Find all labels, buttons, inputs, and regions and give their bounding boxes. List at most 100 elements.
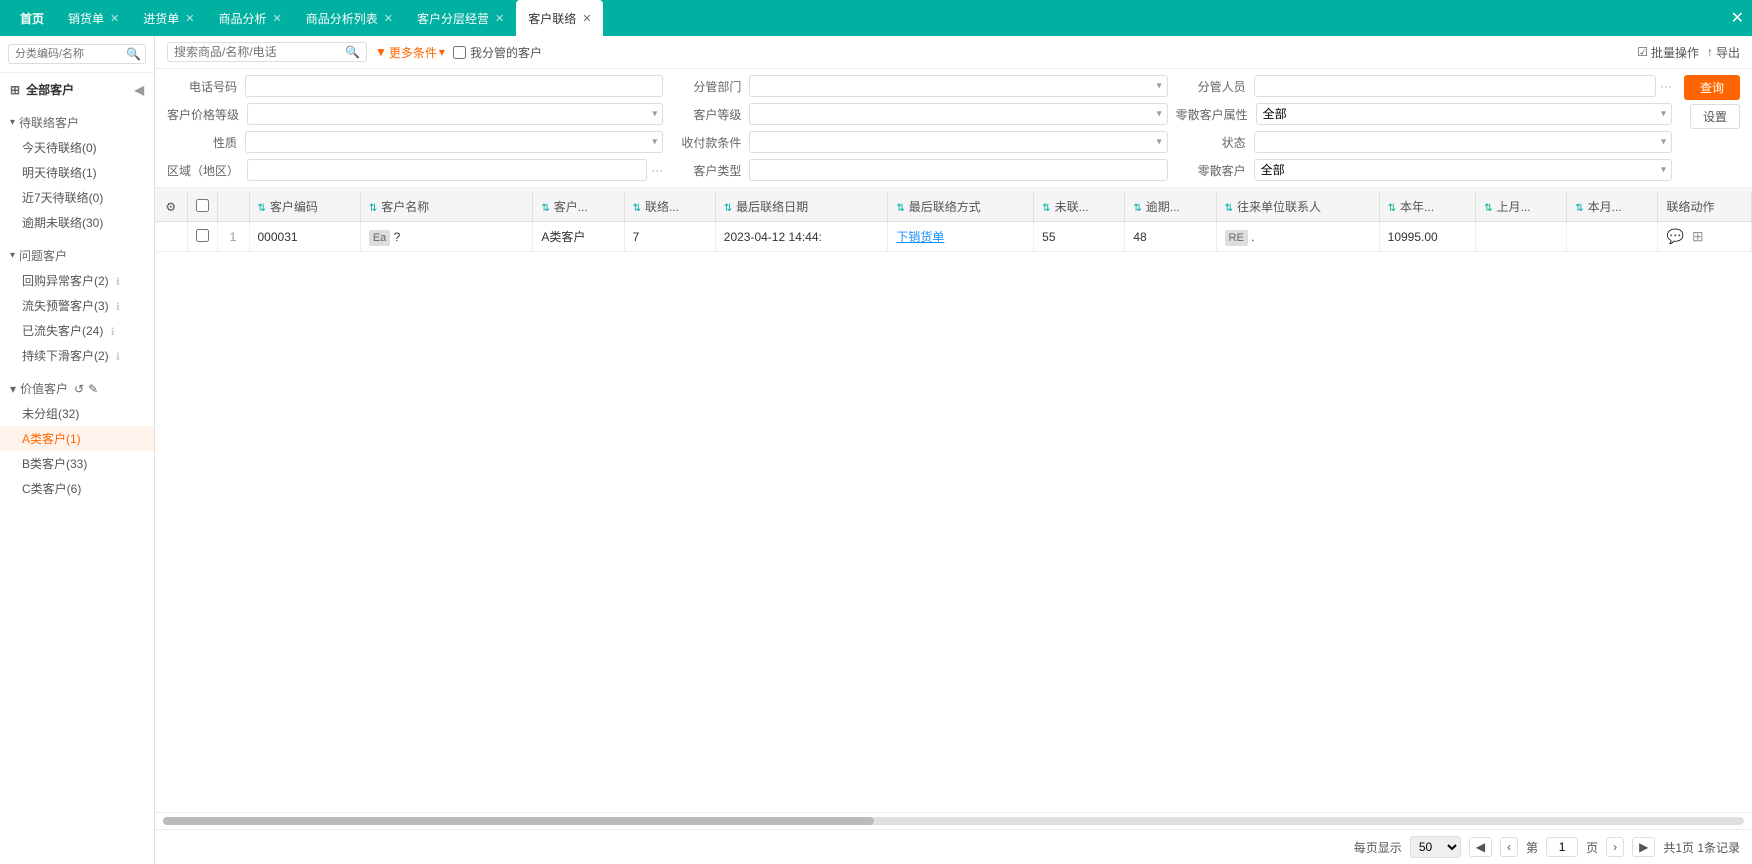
col-this-year[interactable]: ⇅本年...	[1379, 192, 1475, 222]
sidebar-item-declining[interactable]: 持续下滑客户(2) ℹ	[0, 343, 154, 368]
close-tab-4-icon[interactable]: ✕	[495, 12, 504, 25]
batch-op-btn[interactable]: ☑ 批量操作	[1637, 44, 1699, 61]
sidebar-item-today[interactable]: 今天待联络(0)	[0, 135, 154, 160]
sidebar-value-section: ▾ 价值客户 ↺ ✎ 未分组(32) A类客户(1) B类客户(33) C类客户…	[0, 372, 154, 505]
col-visit-contact[interactable]: ⇅往来单位联系人	[1216, 192, 1379, 222]
sidebar-item-loss-warning[interactable]: 流失预警客户(3) ℹ	[0, 293, 154, 318]
search-input[interactable]	[174, 45, 345, 59]
col-type[interactable]: ⇅客户...	[533, 192, 624, 222]
sidebar-item-overdue[interactable]: 逾期未联络(30)	[0, 210, 154, 235]
manager-input[interactable]	[1254, 75, 1656, 97]
close-all-icon[interactable]: ✕	[1731, 8, 1744, 28]
refresh-icon[interactable]: ↺	[74, 382, 84, 396]
sidebar-item-ungroup[interactable]: 未分组(32)	[0, 401, 154, 426]
customer-type-input[interactable]	[749, 159, 1167, 181]
settings-button[interactable]: 设置	[1690, 104, 1740, 129]
col-code[interactable]: ⇅客户编码	[249, 192, 360, 222]
sidebar-item-7days[interactable]: 近7天待联络(0)	[0, 185, 154, 210]
dept-select[interactable]	[749, 75, 1167, 97]
sidebar-item-b-class[interactable]: B类客户(33)	[0, 451, 154, 476]
col-last-method[interactable]: ⇅最后联络方式	[888, 192, 1034, 222]
row-visit-contact: RE .	[1216, 222, 1379, 252]
nav-tab-1[interactable]: 进货单 ✕	[131, 0, 206, 36]
per-page-select[interactable]: 50 10 20 100	[1410, 836, 1461, 858]
sidebar-pending-title[interactable]: ▾ 待联络客户	[0, 110, 154, 135]
current-page-input[interactable]: 1	[1546, 837, 1578, 857]
sidebar-value-title[interactable]: ▾ 价值客户 ↺ ✎	[0, 376, 154, 401]
scatter-customer-select[interactable]: 全部	[1254, 159, 1672, 181]
nav-tab-4[interactable]: 客户分层经营 ✕	[405, 0, 516, 36]
nav-tab-3[interactable]: 商品分析列表 ✕	[294, 0, 405, 36]
col-overdue[interactable]: ⇅逾期...	[1125, 192, 1216, 222]
sidebar-all-customers[interactable]: ⊞ 全部客户 ◀	[0, 73, 154, 106]
col-last-month[interactable]: ⇅上月...	[1476, 192, 1567, 222]
sidebar-item-lost[interactable]: 已流失客户(24) ℹ	[0, 318, 154, 343]
nature-select[interactable]	[245, 131, 663, 153]
row-overdue: 48	[1125, 222, 1216, 252]
close-tab-0-icon[interactable]: ✕	[110, 12, 119, 25]
region-input[interactable]	[247, 159, 647, 181]
collapse-sidebar-icon[interactable]: ◀	[135, 83, 144, 97]
row-this-year: 10995.00	[1379, 222, 1475, 252]
sidebar-item-a-class[interactable]: A类客户(1)	[0, 426, 154, 451]
col-gear[interactable]: ⚙	[155, 192, 187, 222]
sidebar-item-tomorrow[interactable]: 明天待联络(1)	[0, 160, 154, 185]
last-page-btn[interactable]: ▶	[1632, 837, 1655, 857]
query-button[interactable]: 查询	[1684, 75, 1740, 100]
sidebar-item-c-class[interactable]: C类客户(6)	[0, 476, 154, 501]
nav-tab-2[interactable]: 商品分析 ✕	[206, 0, 293, 36]
close-tab-2-icon[interactable]: ✕	[273, 12, 282, 25]
filter-payment: 收付款条件	[671, 131, 1167, 153]
sort-this-month-icon: ⇅	[1575, 203, 1583, 214]
last-method-link[interactable]: 下销货单	[896, 230, 944, 244]
row-contact-count: 7	[624, 222, 715, 252]
sort-name-icon: ⇅	[369, 203, 377, 214]
scatter-attr-select-wrap: 全部	[1256, 103, 1672, 125]
chat-icon[interactable]: 💬	[1666, 228, 1683, 245]
top-nav: 首页 销货单 ✕ 进货单 ✕ 商品分析 ✕ 商品分析列表 ✕ 客户分层经营 ✕ …	[0, 0, 1752, 36]
close-tab-5-icon[interactable]: ✕	[582, 12, 591, 25]
my-customer-checkbox[interactable]	[453, 46, 466, 59]
col-num	[217, 192, 249, 222]
scatter-attr-select[interactable]: 全部	[1256, 103, 1672, 125]
export-btn[interactable]: ↑ 导出	[1707, 44, 1740, 61]
pagination-bar: 每页显示 50 10 20 100 ◀ ‹ 第 1 页 › ▶ 共1页 1条记录	[155, 829, 1752, 864]
more-filter-btn[interactable]: ▼ 更多条件 ▾	[375, 44, 445, 61]
sidebar-item-repurchase[interactable]: 回购异常客户(2) ℹ	[0, 268, 154, 293]
col-contact-count[interactable]: ⇅联络...	[624, 192, 715, 222]
first-page-btn[interactable]: ◀	[1469, 837, 1492, 857]
search-submit-icon[interactable]: 🔍	[345, 45, 360, 59]
col-name[interactable]: ⇅客户名称	[360, 192, 533, 222]
payment-select[interactable]	[749, 131, 1167, 153]
row-checkbox[interactable]	[196, 229, 209, 242]
nav-tab-5[interactable]: 客户联络 ✕	[516, 0, 603, 36]
col-this-month[interactable]: ⇅本月...	[1567, 192, 1658, 222]
customer-type-label: 客户类型	[671, 162, 741, 179]
scatter-customer-label: 零散客户	[1176, 162, 1246, 179]
price-level-select[interactable]	[247, 103, 663, 125]
row-last-method[interactable]: 下销货单	[888, 222, 1034, 252]
nav-home[interactable]: 首页	[8, 0, 56, 36]
status-select[interactable]	[1254, 131, 1672, 153]
main-layout: 🔍 ⊞ 全部客户 ◀ ▾ 待联络客户 今天待联络(0) 明天待联络(1) 近7天…	[0, 36, 1752, 864]
page-label: 第	[1526, 839, 1538, 856]
manager-dots-icon[interactable]: ···	[1660, 79, 1672, 93]
select-all-checkbox[interactable]	[196, 199, 209, 212]
phone-input[interactable]	[245, 75, 663, 97]
sidebar-problem-title[interactable]: ▾ 问题客户	[0, 243, 154, 268]
col-last-date[interactable]: ⇅最后联络日期	[715, 192, 888, 222]
sidebar-search-icon[interactable]: 🔍	[126, 47, 141, 61]
region-dots-icon[interactable]: ···	[651, 163, 663, 177]
close-tab-1-icon[interactable]: ✕	[185, 12, 194, 25]
next-page-btn[interactable]: ›	[1606, 837, 1624, 857]
scrollbar-area	[155, 812, 1752, 829]
qr-icon[interactable]: ⊞	[1692, 228, 1704, 245]
customer-level-select[interactable]	[749, 103, 1167, 125]
edit-icon[interactable]: ✎	[88, 382, 98, 396]
extended-filter: 电话号码 分管部门 分管人员 ···	[155, 69, 1752, 188]
horizontal-scrollbar[interactable]	[163, 817, 1744, 825]
col-no-contact[interactable]: ⇅未联...	[1034, 192, 1125, 222]
prev-page-btn[interactable]: ‹	[1500, 837, 1518, 857]
close-tab-3-icon[interactable]: ✕	[384, 12, 393, 25]
nav-tab-0[interactable]: 销货单 ✕	[56, 0, 131, 36]
